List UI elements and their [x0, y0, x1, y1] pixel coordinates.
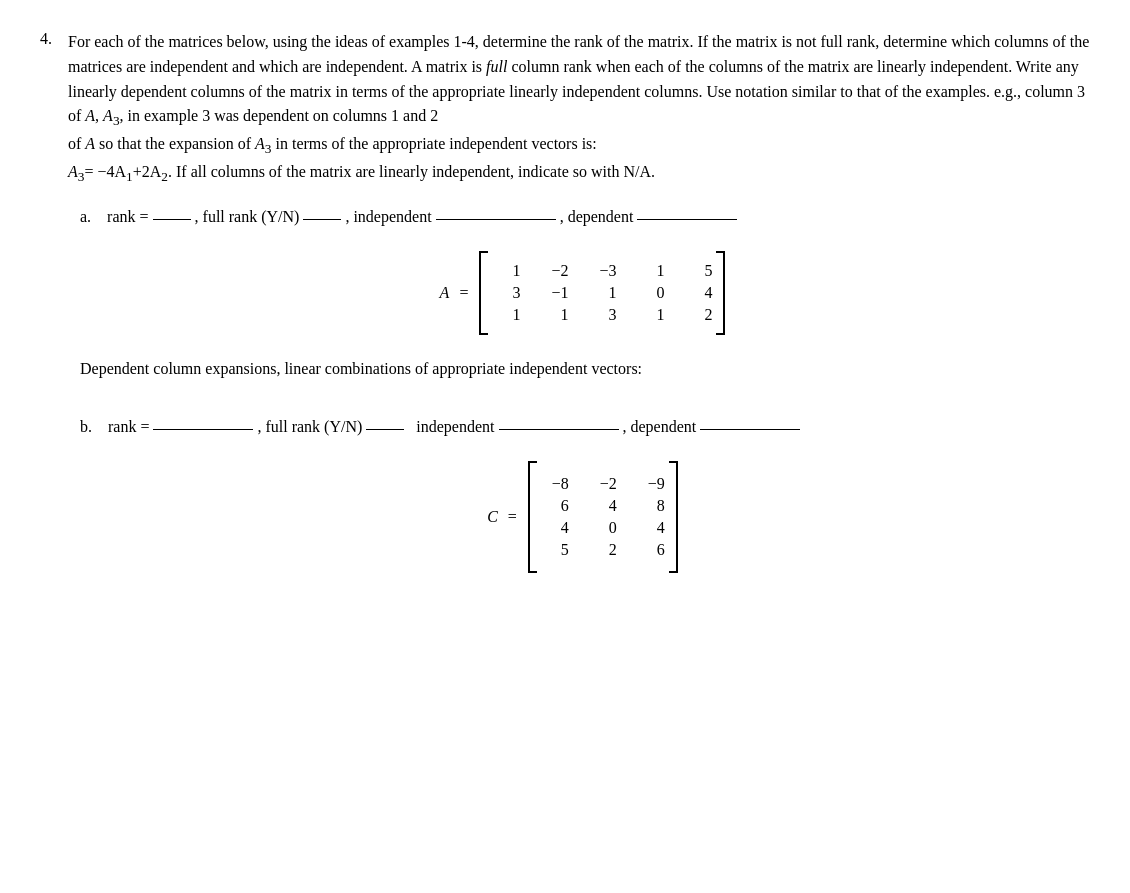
A3-italic2: A: [255, 135, 265, 152]
cell-a-10: 3: [492, 284, 520, 302]
matrix-a-container: A = 1 −2 −3 1 5 3 −1 1 0 4 1 1 3 1: [80, 248, 1090, 338]
cell-a-22: 3: [588, 306, 616, 324]
problem-container: 4. For each of the matrices below, using…: [40, 30, 1090, 576]
cell-c-12: 8: [637, 497, 665, 515]
cell-a-20: 1: [492, 306, 520, 324]
cell-c-21: 0: [589, 519, 617, 537]
cell-a-14: 4: [684, 284, 712, 302]
A3-italic: A: [103, 107, 113, 124]
matrix-c-equals: =: [508, 508, 517, 526]
matrix-a-label: A: [440, 284, 450, 302]
of-text: of: [68, 135, 81, 152]
cell-a-13: 0: [636, 284, 664, 302]
cell-a-00: 1: [492, 262, 520, 280]
matrix-a-left-bracket: [474, 248, 492, 338]
cell-c-30: 5: [541, 541, 569, 559]
part-b-full-rank-label: , full rank (Y/N): [257, 418, 362, 436]
A-italic2: A: [85, 135, 95, 152]
part-a-rank-line: a. rank = , full rank (Y/N) , independen…: [80, 208, 1090, 226]
part-a-section: a. rank = , full rank (Y/N) , independen…: [40, 208, 1090, 378]
matrix-a-grid: 1 −2 −3 1 5 3 −1 1 0 4 1 1 3 1 2: [492, 262, 712, 324]
part-b-full-rank-blank[interactable]: [366, 429, 404, 430]
part-a-rank-label: rank =: [107, 208, 148, 226]
matrix-c-grid: −8 −2 −9 6 4 8 4 0 4 5 2 6: [541, 475, 665, 559]
matrix-c-left-bracket: [523, 458, 541, 576]
matrix-c-right-bracket: [665, 458, 683, 576]
part-a-dependent-blank[interactable]: [637, 219, 737, 220]
matrix-a-right-bracket: [712, 248, 730, 338]
so-text: so that the expansion of: [99, 135, 251, 152]
A3-sub2: 3: [265, 141, 272, 156]
matrix-c-label: C: [487, 508, 498, 526]
cell-a-12: 1: [588, 284, 616, 302]
problem-header: 4. For each of the matrices below, using…: [40, 30, 1090, 188]
formula-A: A: [68, 163, 78, 180]
part-a-independent-blank[interactable]: [436, 219, 556, 220]
cell-a-04: 5: [684, 262, 712, 280]
part-b-dependent-blank[interactable]: [700, 429, 800, 430]
formula-eq: = −4A: [84, 163, 126, 180]
full-italic: full: [486, 58, 507, 75]
formula-period: .: [168, 163, 172, 180]
cell-a-24: 2: [684, 306, 712, 324]
A-italic: A: [85, 107, 95, 124]
part-a-label: a.: [80, 208, 91, 226]
formula-sub2: 2: [161, 169, 168, 184]
if-all-cols: If all columns of the matrix are linearl…: [176, 163, 655, 180]
part-b-section: b. rank = , full rank (Y/N) independent …: [40, 418, 1090, 576]
cell-a-03: 1: [636, 262, 664, 280]
cell-c-32: 6: [637, 541, 665, 559]
problem-number: 4.: [40, 30, 60, 188]
part-b-label: b.: [80, 418, 92, 436]
cell-c-02: −9: [637, 475, 665, 493]
cell-c-00: −8: [541, 475, 569, 493]
A3-sub: 3: [113, 114, 120, 129]
part-a-dependent-label: , dependent: [560, 208, 634, 226]
part-b-rank-line: b. rank = , full rank (Y/N) independent …: [80, 418, 1090, 436]
cell-a-02: −3: [588, 262, 616, 280]
cell-a-01: −2: [540, 262, 568, 280]
cell-a-11: −1: [540, 284, 568, 302]
in-terms: in terms of the appropriate independent …: [276, 135, 597, 152]
part-a-full-rank-blank[interactable]: [303, 219, 341, 220]
comma: ,: [95, 107, 99, 124]
cell-c-31: 2: [589, 541, 617, 559]
formula-sub1: 1: [126, 169, 133, 184]
cell-a-23: 1: [636, 306, 664, 324]
part-b-independent-blank[interactable]: [499, 429, 619, 430]
cell-c-20: 4: [541, 519, 569, 537]
part-a-full-rank-label: , full rank (Y/N): [195, 208, 300, 226]
matrix-a-equals: =: [459, 284, 468, 302]
cell-c-01: −2: [589, 475, 617, 493]
part-b-rank-label: rank =: [108, 418, 149, 436]
part-b-independent-label: independent: [416, 418, 494, 436]
cell-c-10: 6: [541, 497, 569, 515]
dep-expansions-label: Dependent column expansions, linear comb…: [80, 360, 1090, 378]
part-a-rank-blank[interactable]: [153, 219, 191, 220]
part-b-rank-blank[interactable]: [153, 429, 253, 430]
cell-a-21: 1: [540, 306, 568, 324]
problem-text: For each of the matrices below, using th…: [68, 30, 1090, 188]
part-a-independent-label: , independent: [345, 208, 431, 226]
formula-plus: +2A: [133, 163, 162, 180]
cell-c-11: 4: [589, 497, 617, 515]
part-b-dependent-label: , dependent: [623, 418, 697, 436]
matrix-c-container: C = −8 −2 −9 6 4 8 4 0 4 5 2 6: [80, 458, 1090, 576]
cell-c-22: 4: [637, 519, 665, 537]
example-text: , in example 3 was dependent on columns …: [120, 107, 439, 124]
